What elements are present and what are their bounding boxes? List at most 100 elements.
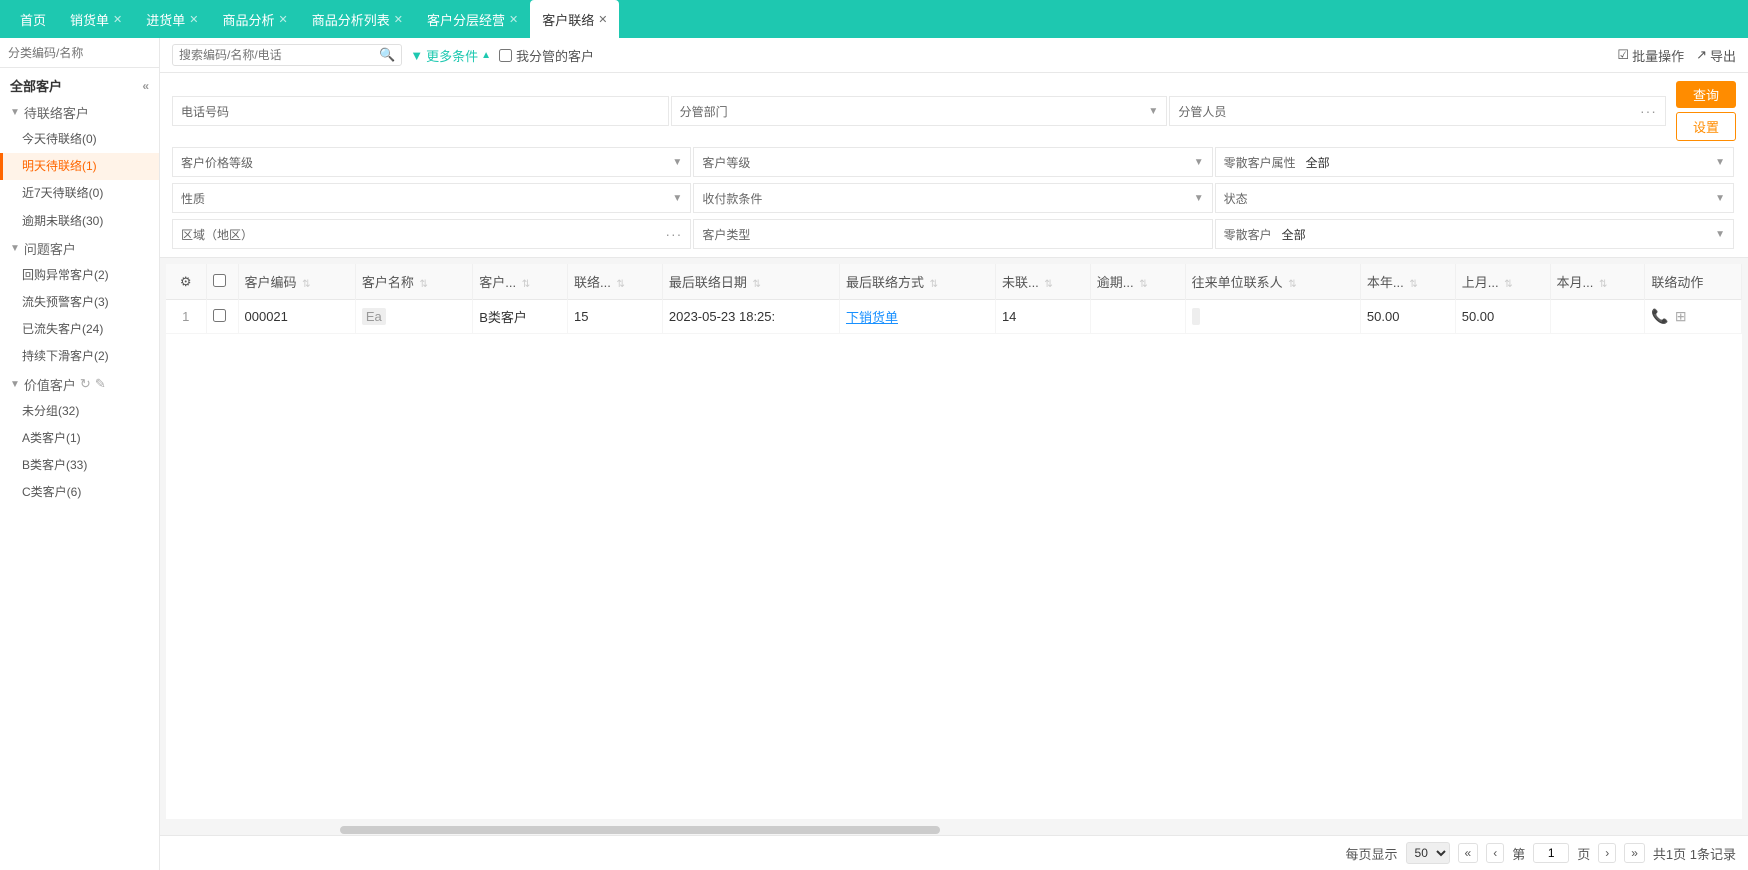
close-product-analysis-icon[interactable]: ✕: [279, 13, 288, 26]
phone-field: 电话号码: [172, 96, 669, 126]
close-customer-tier-icon[interactable]: ✕: [509, 13, 518, 26]
sidebar-item-churn-warning[interactable]: 流失预警客户(3): [0, 289, 159, 316]
search-icon[interactable]: 🔍: [379, 47, 395, 63]
dept-dropdown-icon[interactable]: ▼: [1148, 106, 1158, 117]
col-no-contact[interactable]: 未联... ⇅: [995, 264, 1090, 300]
retail-attr-dropdown-icon[interactable]: ▼: [1715, 157, 1725, 168]
nav-customer-contact[interactable]: 客户联络 ✕: [530, 0, 619, 38]
query-button[interactable]: 查询: [1676, 81, 1736, 108]
data-table-wrapper: ⚙ 客户编码 ⇅ 客户名称 ⇅ 客户...: [166, 264, 1742, 819]
retail-attr-field: 零散客户属性 全部 ▼: [1215, 147, 1734, 177]
first-page-button[interactable]: «: [1458, 843, 1479, 863]
prev-page-button[interactable]: ‹: [1486, 843, 1504, 863]
manager-input[interactable]: [1232, 104, 1657, 118]
sidebar-item-ungrouped[interactable]: 未分组(32): [0, 398, 159, 425]
export-icon: ↗: [1696, 47, 1707, 63]
customer-price-field: 客户价格等级 ▼: [172, 147, 691, 177]
sidebar-item-tomorrow-pending[interactable]: 明天待联络(1): [0, 153, 159, 180]
status-dropdown-icon[interactable]: ▼: [1715, 193, 1725, 204]
sidebar-item-class-b[interactable]: B类客户(33): [0, 452, 159, 479]
gear-settings-header[interactable]: ⚙: [166, 264, 206, 300]
col-customer-name[interactable]: 客户名称 ⇅: [355, 264, 472, 300]
horizontal-scrollbar[interactable]: [160, 825, 1748, 835]
export-button[interactable]: ↗ 导出: [1696, 46, 1736, 65]
triangle-problem-icon: ▼: [10, 243, 20, 254]
col-last-contact-date[interactable]: 最后联络日期 ⇅: [662, 264, 839, 300]
edit-icon[interactable]: ✎: [95, 376, 106, 392]
next-page-button[interactable]: ›: [1598, 843, 1616, 863]
company-contact-value: [1192, 308, 1200, 325]
close-purchase-order-icon[interactable]: ✕: [189, 13, 198, 26]
row-last-contact-method[interactable]: 下销货单: [839, 300, 995, 334]
select-all-checkbox[interactable]: [213, 274, 226, 287]
sidebar-group-problem[interactable]: ▼ 问题客户: [0, 235, 159, 262]
settings-button[interactable]: 设置: [1676, 112, 1736, 141]
nav-product-analysis[interactable]: 商品分析 ✕: [210, 0, 299, 38]
nav-home[interactable]: 首页: [8, 0, 58, 38]
phone-action-icon[interactable]: 📞: [1651, 308, 1668, 325]
sidebar-item-churned[interactable]: 已流失客户(24): [0, 316, 159, 343]
more-action-icon[interactable]: ⊞: [1675, 308, 1687, 325]
collapse-icon[interactable]: «: [142, 79, 149, 93]
col-this-month[interactable]: 本月... ⇅: [1550, 264, 1645, 300]
col-last-month[interactable]: 上月... ⇅: [1455, 264, 1550, 300]
batch-operation-button[interactable]: ☑ 批量操作: [1617, 46, 1684, 65]
sidebar-item-today-pending[interactable]: 今天待联络(0): [0, 126, 159, 153]
dept-input[interactable]: [734, 104, 1159, 118]
sidebar-item-overdue-pending[interactable]: 逾期未联络(30): [0, 208, 159, 235]
region-more-icon[interactable]: ···: [665, 226, 682, 242]
col-contact[interactable]: 联络... ⇅: [568, 264, 663, 300]
my-customers-label: 我分管的客户: [516, 46, 594, 65]
per-page-select[interactable]: 50: [1406, 842, 1450, 864]
sidebar-group-value[interactable]: ▼ 价值客户 ↻ ✎: [0, 371, 159, 398]
col-last-contact-method[interactable]: 最后联络方式 ⇅: [839, 264, 995, 300]
sidebar-item-declining[interactable]: 持续下滑客户(2): [0, 343, 159, 370]
close-product-analysis-list-icon[interactable]: ✕: [394, 13, 403, 26]
last-page-button[interactable]: »: [1624, 843, 1645, 863]
triangle-value-icon: ▼: [10, 379, 20, 390]
row-index: 1: [166, 300, 206, 334]
nav-sales-order[interactable]: 销货单 ✕: [58, 0, 134, 38]
my-customers-checkbox[interactable]: [499, 49, 512, 62]
col-overdue[interactable]: 逾期... ⇅: [1090, 264, 1185, 300]
phone-input[interactable]: [235, 104, 660, 118]
col-this-year[interactable]: 本年... ⇅: [1360, 264, 1455, 300]
sidebar-item-7days-pending[interactable]: 近7天待联络(0): [0, 180, 159, 207]
customer-level-dropdown-icon[interactable]: ▼: [1194, 157, 1204, 168]
col-customer-code[interactable]: 客户编码 ⇅: [238, 264, 355, 300]
col-company-contact[interactable]: 往来单位联系人 ⇅: [1185, 264, 1360, 300]
sidebar-item-repurchase-abnormal[interactable]: 回购异常客户(2): [0, 262, 159, 289]
customer-price-dropdown-icon[interactable]: ▼: [672, 157, 682, 168]
scrollbar-thumb[interactable]: [340, 826, 940, 834]
more-conditions-button[interactable]: ▼ 更多条件 ▲: [410, 46, 491, 65]
filter-row-1: 电话号码 分管部门 ▼ 分管人员 ··· 查询 设置: [172, 81, 1736, 141]
row-checkbox[interactable]: [213, 309, 226, 322]
page-input[interactable]: [1533, 843, 1569, 863]
nav-product-analysis-list[interactable]: 商品分析列表 ✕: [300, 0, 415, 38]
status-field: 状态 ▼: [1215, 183, 1734, 213]
page-unit: 页: [1577, 844, 1590, 863]
close-customer-contact-icon[interactable]: ✕: [598, 13, 607, 26]
all-customers-title: 全部客户 «: [0, 68, 159, 99]
col-customer-type[interactable]: 客户... ⇅: [473, 264, 568, 300]
sidebar-item-class-c[interactable]: C类客户(6): [0, 479, 159, 506]
sort-overdue-icon: ⇅: [1139, 279, 1147, 290]
search-input[interactable]: [179, 48, 379, 62]
sort-last-contact-method-icon: ⇅: [930, 279, 938, 290]
filter-row-3: 性质 ▼ 收付款条件 ▼ 状态 ▼: [172, 183, 1736, 213]
checkbox-icon: ☑: [1617, 47, 1629, 63]
sidebar-group-pending[interactable]: ▼ 待联络客户: [0, 99, 159, 126]
col-contact-action: 联络动作: [1645, 264, 1742, 300]
nav-purchase-order[interactable]: 进货单 ✕: [134, 0, 210, 38]
gender-dropdown-icon[interactable]: ▼: [672, 193, 682, 204]
retail-customer-dropdown-icon[interactable]: ▼: [1715, 229, 1725, 240]
nav-customer-tier[interactable]: 客户分层经营 ✕: [415, 0, 530, 38]
sidebar-search-input[interactable]: [8, 46, 160, 60]
payment-dropdown-icon[interactable]: ▼: [1194, 193, 1204, 204]
manager-more-icon[interactable]: ···: [1640, 103, 1657, 119]
sort-customer-type-icon: ⇅: [522, 279, 530, 290]
per-page-label: 每页显示: [1346, 844, 1398, 863]
sidebar-item-class-a[interactable]: A类客户(1): [0, 425, 159, 452]
close-sales-order-icon[interactable]: ✕: [113, 13, 122, 26]
refresh-icon[interactable]: ↻: [80, 376, 91, 392]
